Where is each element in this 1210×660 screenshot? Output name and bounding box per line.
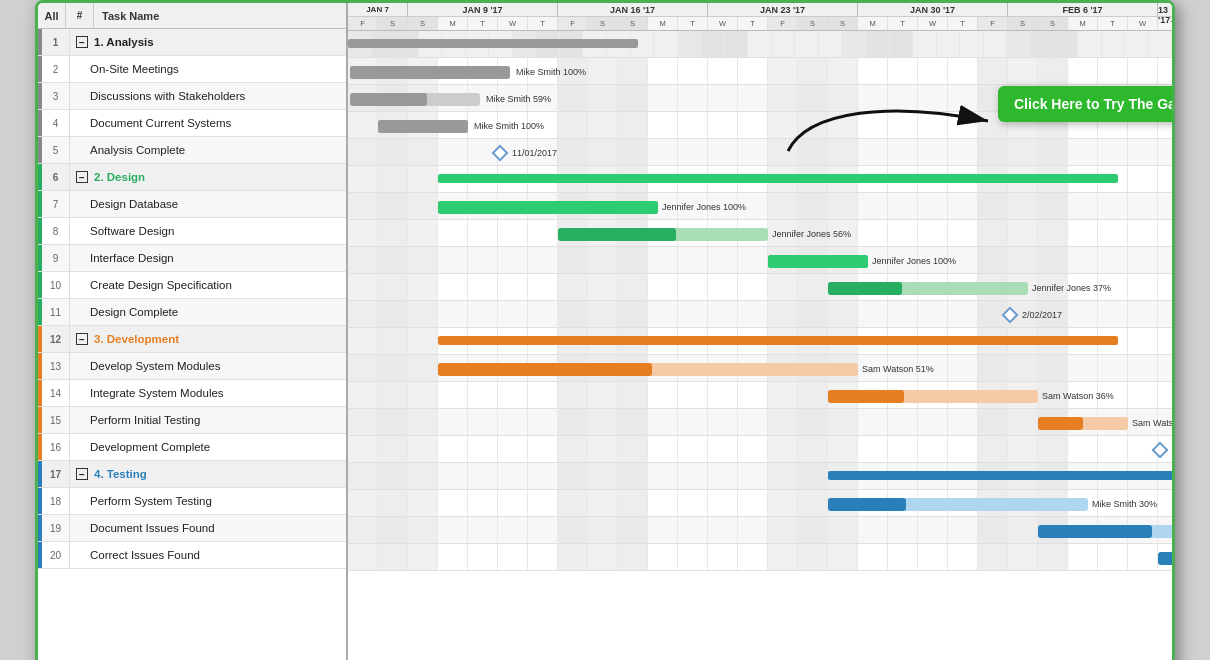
week-label: JAN 16 '17 [558,3,708,16]
day-label: T [1098,17,1128,30]
day-label: S [828,17,858,30]
day-label: S [1038,17,1068,30]
right-panel: JAN 7 JAN 9 '17 JAN 16 '17 JAN 23 '17 JA… [348,3,1172,660]
task-row: 18 Perform System Testing [38,488,346,515]
task-label: On-Site Meetings [76,63,179,75]
day-label: S [588,17,618,30]
task-row: 17 − 4. Testing [38,461,346,488]
day-label: T [528,17,558,30]
timeline-header: JAN 7 JAN 9 '17 JAN 16 '17 JAN 23 '17 JA… [348,3,1172,31]
task-row: 4 Document Current Systems [38,110,346,137]
task-label: 4. Testing [94,468,147,480]
task-row: 16 Development Complete [38,434,346,461]
day-label: W [498,17,528,30]
task-label: Design Complete [76,306,178,318]
gantt-chart-wrapper: All # Task Name 1 − 1. Analysis 2 On-Sit… [35,0,1175,660]
day-label: W [1128,17,1158,30]
day-label: M [1068,17,1098,30]
day-label: S [408,17,438,30]
task-label: 3. Development [94,333,179,345]
week-label: JAN 7 [348,3,408,16]
task-label: 2. Design [94,171,145,183]
task-label: Correct Issues Found [76,549,200,561]
task-row: 14 Integrate System Modules [38,380,346,407]
task-row: 9 Interface Design [38,245,346,272]
task-label: Create Design Specification [76,279,232,291]
all-col-header: All [38,3,66,28]
task-label: 1. Analysis [94,36,154,48]
task-label: Design Database [76,198,178,210]
left-panel: All # Task Name 1 − 1. Analysis 2 On-Sit… [38,3,348,660]
task-label: Perform System Testing [76,495,212,507]
task-label: Analysis Complete [76,144,185,156]
task-row: 20 Correct Issues Found [38,542,346,569]
collapse-icon[interactable]: − [76,36,88,48]
task-label: Document Current Systems [76,117,231,129]
task-row: 15 Perform Initial Testing [38,407,346,434]
day-label: T [1158,17,1172,30]
task-row: 1 − 1. Analysis [38,29,346,56]
collapse-icon[interactable]: − [76,333,88,345]
week-label: JAN 30 '17 [858,3,1008,16]
task-col-header: Task Name [94,10,346,22]
task-row: 5 Analysis Complete [38,137,346,164]
collapse-icon[interactable]: − [76,468,88,480]
week-label: FEB 13 '17 [1158,3,1172,16]
day-label: T [888,17,918,30]
day-label: S [798,17,828,30]
num-col-header: # [66,3,94,28]
task-row: 6 − 2. Design [38,164,346,191]
day-label: T [948,17,978,30]
week-label: JAN 23 '17 [708,3,858,16]
gantt-row [348,31,1172,58]
day-label: F [768,17,798,30]
task-row: 13 Develop System Modules [38,353,346,380]
task-label: Discussions with Stakeholders [76,90,245,102]
task-row: 2 On-Site Meetings [38,56,346,83]
task-row: 3 Discussions with Stakeholders [38,83,346,110]
day-label: M [648,17,678,30]
task-row: 12 − 3. Development [38,326,346,353]
task-row: 10 Create Design Specification [38,272,346,299]
task-label: Integrate System Modules [76,387,224,399]
task-row: 19 Document Issues Found [38,515,346,542]
day-label: T [468,17,498,30]
week-label: FEB 6 '17 [1008,3,1158,16]
task-label: Interface Design [76,252,174,264]
gantt-container: All # Task Name 1 − 1. Analysis 2 On-Sit… [38,3,1172,660]
day-label: S [1008,17,1038,30]
day-label: S [378,17,408,30]
task-label: Software Design [76,225,174,237]
column-header: All # Task Name [38,3,346,29]
task-row: 8 Software Design [38,218,346,245]
task-label: Document Issues Found [76,522,215,534]
gantt-body: Mike Smith 100% Mike Smith 59% Mike Smit… [348,31,1172,660]
day-label: W [918,17,948,30]
day-label: F [978,17,1008,30]
task-label: Development Complete [76,441,210,453]
day-label: M [438,17,468,30]
day-label: T [678,17,708,30]
day-label: F [558,17,588,30]
day-label: F [348,17,378,30]
task-label: Develop System Modules [76,360,220,372]
day-label: M [858,17,888,30]
day-label: W [708,17,738,30]
task-row: 11 Design Complete [38,299,346,326]
day-label: S [618,17,648,30]
task-label: Perform Initial Testing [76,414,200,426]
task-row: 7 Design Database [38,191,346,218]
collapse-icon[interactable]: − [76,171,88,183]
day-label: T [738,17,768,30]
week-label: JAN 9 '17 [408,3,558,16]
